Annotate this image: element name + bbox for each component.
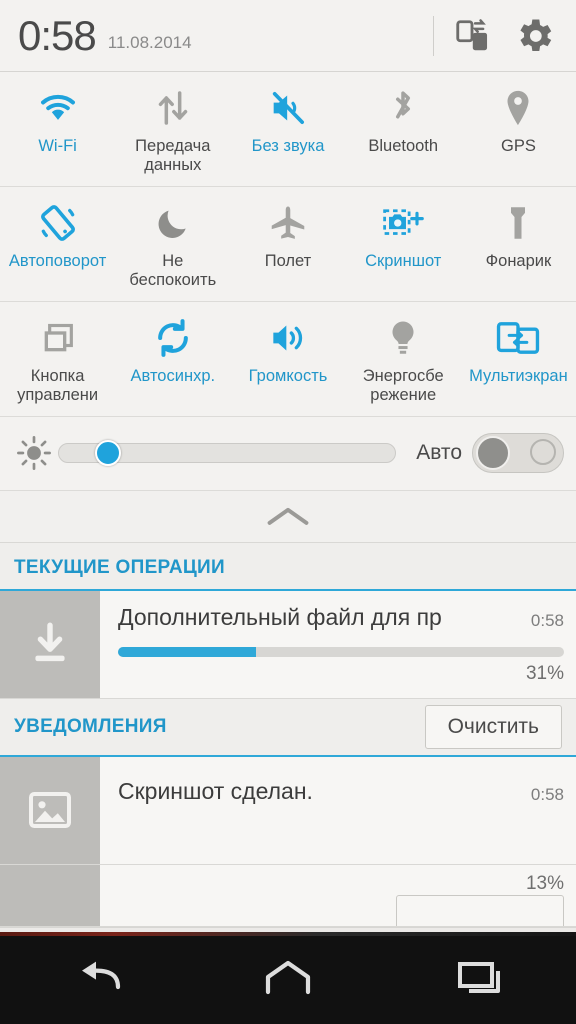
auto-brightness-label: Авто — [416, 441, 462, 465]
quick-settings-panel: 0:58 11.08.2014 Wi-Fi Передача данных Бе… — [0, 0, 576, 1024]
notification-time: 0:58 — [530, 610, 564, 630]
toggle-volume[interactable]: Громкость — [230, 302, 345, 416]
home-icon[interactable] — [233, 943, 343, 1013]
download-arrow-icon — [0, 590, 100, 698]
toggle-screenshot[interactable]: Скриншот — [346, 187, 461, 301]
brightness-icon — [12, 435, 56, 471]
toggle-label: GPS — [500, 137, 536, 155]
notification-time: 0:58 — [530, 784, 564, 804]
toggle-label: Wi-Fi — [38, 137, 77, 155]
toggle-label: Полет — [264, 251, 312, 270]
toggle-off-indicator — [530, 439, 556, 466]
section-title-notifications: УВЕДОМЛЕНИЯ — [14, 715, 167, 737]
moon-icon — [154, 197, 192, 249]
progress-percent: 13% — [525, 872, 564, 894]
toggle-row-2: Автоповорот Не беспокоить Полет Скриншот… — [0, 186, 576, 302]
bulb-icon — [385, 312, 421, 364]
toggle-label: Автосинхр. — [130, 366, 216, 385]
auto-brightness-toggle[interactable] — [472, 433, 564, 474]
toggle-gps[interactable]: GPS — [461, 72, 576, 186]
image-icon — [0, 864, 100, 926]
progress-bar — [118, 646, 564, 657]
section-notifications: УВЕДОМЛЕНИЯ Очистить — [0, 698, 576, 757]
progress-fill — [118, 646, 257, 657]
volume-icon — [266, 312, 310, 364]
system-navigation-bar — [0, 932, 576, 1024]
mute-icon — [267, 82, 309, 134]
notification-body: Дополнительный файл для пр 0:58 31% — [100, 591, 576, 698]
recents-icon[interactable] — [425, 943, 535, 1013]
toggle-mute[interactable]: Без звука — [230, 72, 345, 186]
floating-button-icon — [37, 312, 79, 364]
toggle-wifi[interactable]: Wi-Fi — [0, 72, 115, 186]
notification-title: Дополнительный файл для пр — [118, 604, 442, 630]
header-divider — [433, 15, 434, 56]
notification-title: Скриншот сделан. — [118, 778, 313, 804]
location-pin-icon — [501, 82, 535, 134]
toggle-do-not-disturb[interactable]: Не беспокоить — [115, 187, 230, 301]
partial-button[interactable] — [396, 894, 564, 926]
toggle-label: Без звука — [251, 137, 325, 155]
toggle-auto-rotate[interactable]: Автоповорот — [0, 187, 115, 301]
bluetooth-icon — [386, 82, 420, 134]
image-icon — [0, 756, 100, 864]
navbar-top-accent — [0, 932, 576, 936]
clock: 0:58 — [18, 11, 97, 59]
toggle-label: Мультиэкран — [469, 366, 568, 385]
screenshot-camera-icon — [380, 197, 426, 249]
toggle-label: Передача данных — [135, 137, 211, 175]
multiscreen-icon — [495, 312, 541, 364]
toggle-multiscreen[interactable]: Мультиэкран — [461, 302, 576, 416]
screen-rotate-icon[interactable] — [448, 12, 496, 60]
progress-percent: 31% — [525, 662, 564, 684]
toggle-bluetooth[interactable]: Bluetooth — [346, 72, 461, 186]
toggle-label: Громкость — [248, 366, 328, 385]
toggle-label: Не беспокоить — [129, 251, 217, 290]
toggle-airplane[interactable]: Полет — [230, 187, 345, 301]
toggle-row-3: Кнопка управлени Автосинхр. Громкость Эн… — [0, 301, 576, 417]
toggle-label: Кнопка управлени — [17, 366, 99, 405]
toggle-floating-button[interactable]: Кнопка управлени — [0, 302, 115, 416]
notification-partial[interactable]: 13% — [0, 864, 576, 927]
toggle-label: Фонарик — [485, 251, 552, 270]
toggle-knob — [476, 436, 510, 471]
brightness-slider[interactable] — [58, 440, 397, 467]
section-ongoing: ТЕКУЩИЕ ОПЕРАЦИИ — [0, 542, 576, 591]
sync-icon — [151, 312, 195, 364]
notification-body: 13% — [100, 865, 576, 926]
notification-ongoing-download[interactable]: Дополнительный файл для пр 0:58 31% — [0, 590, 576, 699]
collapse-panel-button[interactable] — [0, 490, 576, 543]
notification-body: Скриншот сделан. 0:58 — [100, 757, 576, 864]
status-header: 0:58 11.08.2014 — [0, 0, 576, 72]
toggle-label: Автоповорот — [8, 251, 107, 270]
gear-icon[interactable] — [510, 12, 558, 60]
chevron-up-icon — [267, 508, 309, 526]
wifi-icon — [35, 82, 81, 134]
toggle-row-1: Wi-Fi Передача данных Без звука Bluetoot… — [0, 72, 576, 187]
toggle-label: Скриншот — [365, 251, 442, 270]
clear-notifications-button[interactable]: Очистить — [424, 704, 562, 749]
auto-rotate-icon — [36, 197, 80, 249]
toggle-power-saving[interactable]: Энергосбе режение — [346, 302, 461, 416]
toggle-data-transfer[interactable]: Передача данных — [115, 72, 230, 186]
data-transfer-icon — [153, 82, 193, 134]
toggle-label: Bluetooth — [368, 137, 439, 155]
date: 11.08.2014 — [107, 32, 192, 52]
brightness-row: Авто — [0, 416, 576, 491]
toggle-label: Энергосбе режение — [362, 366, 444, 405]
notification-screenshot[interactable]: Скриншот сделан. 0:58 — [0, 756, 576, 865]
airplane-icon — [267, 197, 309, 249]
toggle-flashlight[interactable]: Фонарик — [461, 187, 576, 301]
back-arrow-icon[interactable] — [41, 943, 151, 1013]
section-title-ongoing: ТЕКУЩИЕ ОПЕРАЦИИ — [14, 556, 225, 578]
flashlight-icon — [504, 197, 532, 249]
toggle-autosync[interactable]: Автосинхр. — [115, 302, 230, 416]
